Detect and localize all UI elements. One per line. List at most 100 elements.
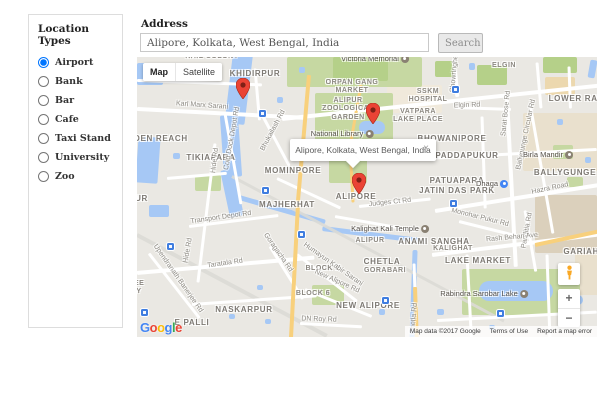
radio-airport[interactable] [38, 57, 49, 68]
poi-icon[interactable] [519, 289, 528, 298]
area-label: MOMINPORE [264, 166, 322, 175]
area-label: GORABARI [363, 267, 407, 274]
transit-icon[interactable] [259, 110, 266, 117]
transit-icon[interactable] [497, 310, 504, 317]
area-label: SSKM HOSPITAL [408, 88, 448, 104]
poi-label: National Library [311, 129, 374, 138]
location-type-label[interactable]: Zoo [55, 171, 75, 182]
area-label: PADDAPUKUR [435, 151, 499, 160]
radio-bank[interactable] [38, 76, 49, 87]
location-type-list: Airport Bank Bar Cafe Taxi Stand University Zo… [38, 57, 118, 182]
road-label: Taratala Rd [206, 257, 244, 270]
area-label: Y [137, 288, 142, 295]
poi-label-text: National Library [310, 129, 364, 138]
poi-label-text: Birla Mandir [522, 150, 564, 159]
search-button[interactable]: Search [438, 33, 483, 53]
radio-taxi-stand[interactable] [38, 133, 49, 144]
map-button[interactable]: Map [143, 63, 175, 81]
area-label: MAJHERHAT [259, 200, 315, 209]
map-attribution: Map data ©2017 Google Terms of Use Repor… [404, 326, 597, 337]
road-label: Elgin Rd [453, 101, 481, 110]
area-label: BLOCK 6 [295, 290, 331, 297]
satellite-button[interactable]: Satellite [175, 63, 223, 81]
area-label: NEW ALIPORE [336, 301, 400, 310]
map-canvas[interactable]: RAIL COLONYKHIDIRPURORPAN GANGMARKETSSKM… [137, 57, 597, 337]
location-type-label[interactable]: Taxi Stand [55, 133, 111, 144]
area-label: ALIPUR [355, 237, 385, 244]
panel-title: Location Types [38, 23, 90, 47]
area-label: KALIGHAT [433, 245, 473, 252]
location-type-label[interactable]: Bar [55, 95, 74, 106]
area-label: EKBALPUR [137, 194, 149, 203]
zoom-out-button[interactable]: − [558, 309, 580, 328]
poi-label-text: Rabindra Sarobar Lake [440, 289, 518, 298]
pegman-button[interactable] [558, 263, 580, 285]
transit-icon[interactable] [262, 187, 269, 194]
area-label: GARDEN REACH [137, 134, 188, 143]
google-logo-letter: G [140, 320, 150, 335]
poi-icon[interactable] [420, 224, 429, 233]
map-shape [437, 309, 444, 315]
road-label: Hide Rd [182, 237, 194, 264]
area-label: ELGIN [492, 62, 516, 69]
poi-label: Rabindra Sarobar Lake [440, 289, 528, 298]
map-shape [557, 119, 563, 125]
poi-label: Birla Mandir [522, 150, 574, 159]
pegman-icon [563, 265, 576, 284]
marker-alipore[interactable] [351, 172, 367, 195]
location-type-label[interactable]: Cafe [55, 114, 79, 125]
map-shape [585, 157, 591, 163]
address-label: Address [141, 18, 188, 30]
area-label: ORPAN GANG MARKET [325, 79, 379, 95]
map-type-control: Map Satellite [143, 63, 223, 81]
poi-icon[interactable] [565, 150, 574, 159]
google-logo-letter: o [157, 320, 165, 335]
radio-cafe[interactable] [38, 114, 49, 125]
road-label: Hide Rd [209, 147, 221, 174]
poi-label-text: Kalighat Kali Temple [351, 224, 419, 233]
close-icon[interactable]: × [423, 144, 429, 154]
transit-icon[interactable] [452, 86, 459, 93]
map-shape [587, 59, 597, 79]
location-type-item: Zoo [38, 171, 118, 182]
radio-zoo[interactable] [38, 171, 49, 182]
map-data-text: Map data ©2017 Google [409, 328, 481, 335]
location-type-item: Bar [38, 95, 118, 106]
google-logo[interactable]: Google [140, 320, 182, 335]
location-type-label[interactable]: Bank [55, 76, 83, 87]
google-logo-letter: e [175, 320, 182, 335]
area-label: RAIL COLONY [185, 57, 239, 61]
google-logo-letter: o [149, 320, 158, 335]
poi-label: Dhaga [476, 179, 509, 188]
map-shape [299, 67, 305, 73]
transit-icon[interactable] [141, 309, 148, 316]
terms-link[interactable]: Terms of Use [490, 328, 528, 335]
transit-icon[interactable] [382, 297, 389, 304]
location-type-item: Airport [38, 57, 118, 68]
address-input[interactable] [140, 33, 429, 52]
road-label: DN Roy Rd [301, 315, 337, 324]
poi-icon[interactable] [400, 57, 409, 63]
transit-icon[interactable] [167, 243, 174, 250]
poi-icon[interactable] [365, 129, 374, 138]
area-label: LOWER RAWDON [548, 94, 597, 103]
location-type-label[interactable]: University [55, 152, 109, 163]
info-window-text: Alipore, Kolkata, West Bengal, India [295, 145, 431, 155]
location-type-label[interactable]: Airport [55, 57, 93, 68]
transit-icon[interactable] [298, 231, 305, 238]
transit-icon[interactable] [450, 200, 457, 207]
area-label: VATPARA LAKE PLACE [393, 108, 443, 124]
area-label: BALLYGUNGE [533, 168, 597, 177]
poi-label: Victoria Memorial [341, 57, 409, 63]
marker-zoological-garden[interactable] [365, 102, 381, 125]
area-label: LAKE MARKET [445, 256, 511, 265]
radio-university[interactable] [38, 152, 49, 163]
zoom-in-button[interactable]: + [558, 289, 580, 309]
marker-khidirpur[interactable] [235, 77, 251, 100]
road-label: Goragacha Rd [262, 231, 294, 274]
location-type-item: Cafe [38, 114, 118, 125]
poi-icon[interactable] [500, 179, 509, 188]
map-shape [149, 205, 169, 217]
report-error-link[interactable]: Report a map error [537, 328, 592, 335]
radio-bar[interactable] [38, 95, 49, 106]
